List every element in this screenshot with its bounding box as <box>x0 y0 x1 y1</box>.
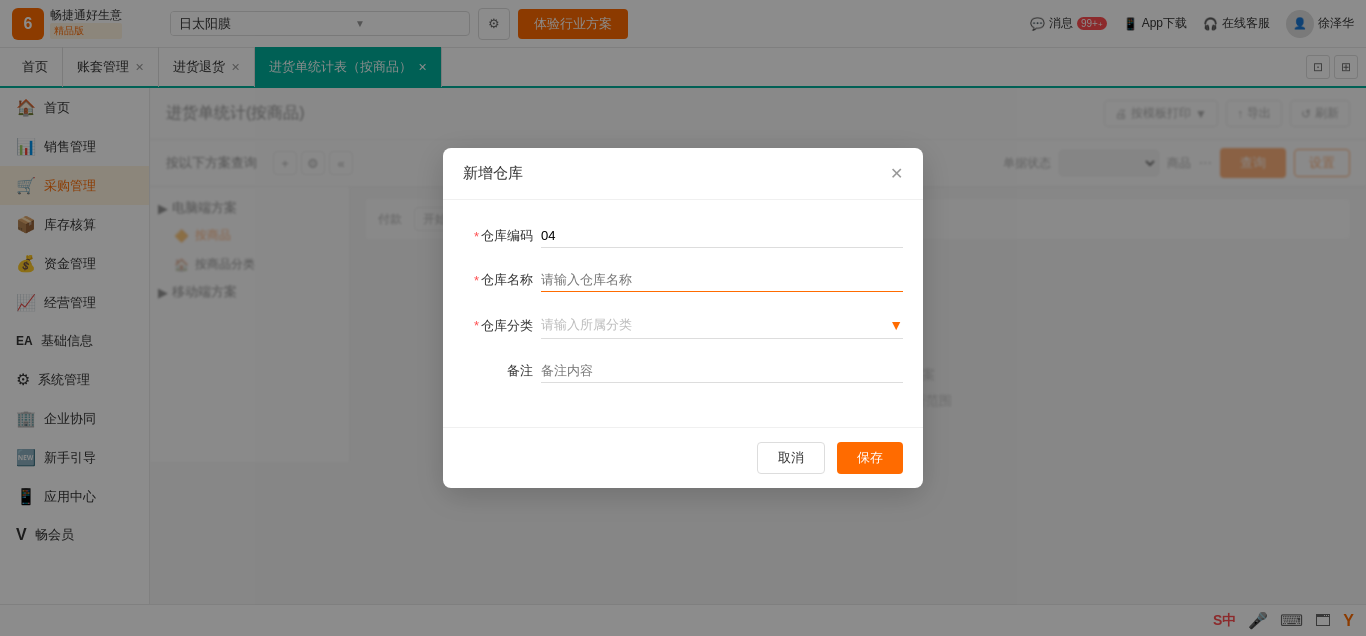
form-row-name: * 仓库名称 <box>463 268 903 292</box>
dialog-close-btn[interactable]: ✕ <box>890 164 903 183</box>
category-required-mark: * <box>474 318 479 333</box>
warehouse-category-select[interactable]: 请输入所属分类 ▼ <box>541 312 903 339</box>
category-label: * 仓库分类 <box>463 317 533 335</box>
warehouse-code-input[interactable] <box>541 224 903 248</box>
dialog-footer: 取消 保存 <box>443 427 923 488</box>
category-placeholder: 请输入所属分类 <box>541 316 632 334</box>
main-layout: 🏠 首页 📊 销售管理 🛒 采购管理 📦 库存核算 💰 资金管理 📈 经营管理 … <box>0 88 1366 636</box>
form-row-category: * 仓库分类 请输入所属分类 ▼ <box>463 312 903 339</box>
name-required-mark: * <box>474 273 479 288</box>
dialog-header: 新增仓库 ✕ <box>443 148 923 200</box>
warehouse-name-input[interactable] <box>541 268 903 292</box>
cancel-button[interactable]: 取消 <box>757 442 825 474</box>
warehouse-note-input[interactable] <box>541 359 903 383</box>
category-dropdown-icon: ▼ <box>889 317 903 333</box>
new-warehouse-dialog: 新增仓库 ✕ * 仓库编码 * <box>443 148 923 488</box>
dialog-title: 新增仓库 <box>463 164 523 183</box>
form-row-code: * 仓库编码 <box>463 224 903 248</box>
dialog-body: * 仓库编码 * 仓库名称 <box>443 200 923 427</box>
note-label: 备注 <box>463 362 533 380</box>
name-label: * 仓库名称 <box>463 271 533 289</box>
save-button[interactable]: 保存 <box>837 442 903 474</box>
content-area: 进货单统计(按商品) 🖨 按模板打印 ▼ ↑ 导出 ↺ 刷新 <box>150 88 1366 636</box>
form-row-note: 备注 <box>463 359 903 383</box>
code-label: * 仓库编码 <box>463 227 533 245</box>
code-required-mark: * <box>474 229 479 244</box>
dialog-overlay: 新增仓库 ✕ * 仓库编码 * <box>150 88 1366 636</box>
